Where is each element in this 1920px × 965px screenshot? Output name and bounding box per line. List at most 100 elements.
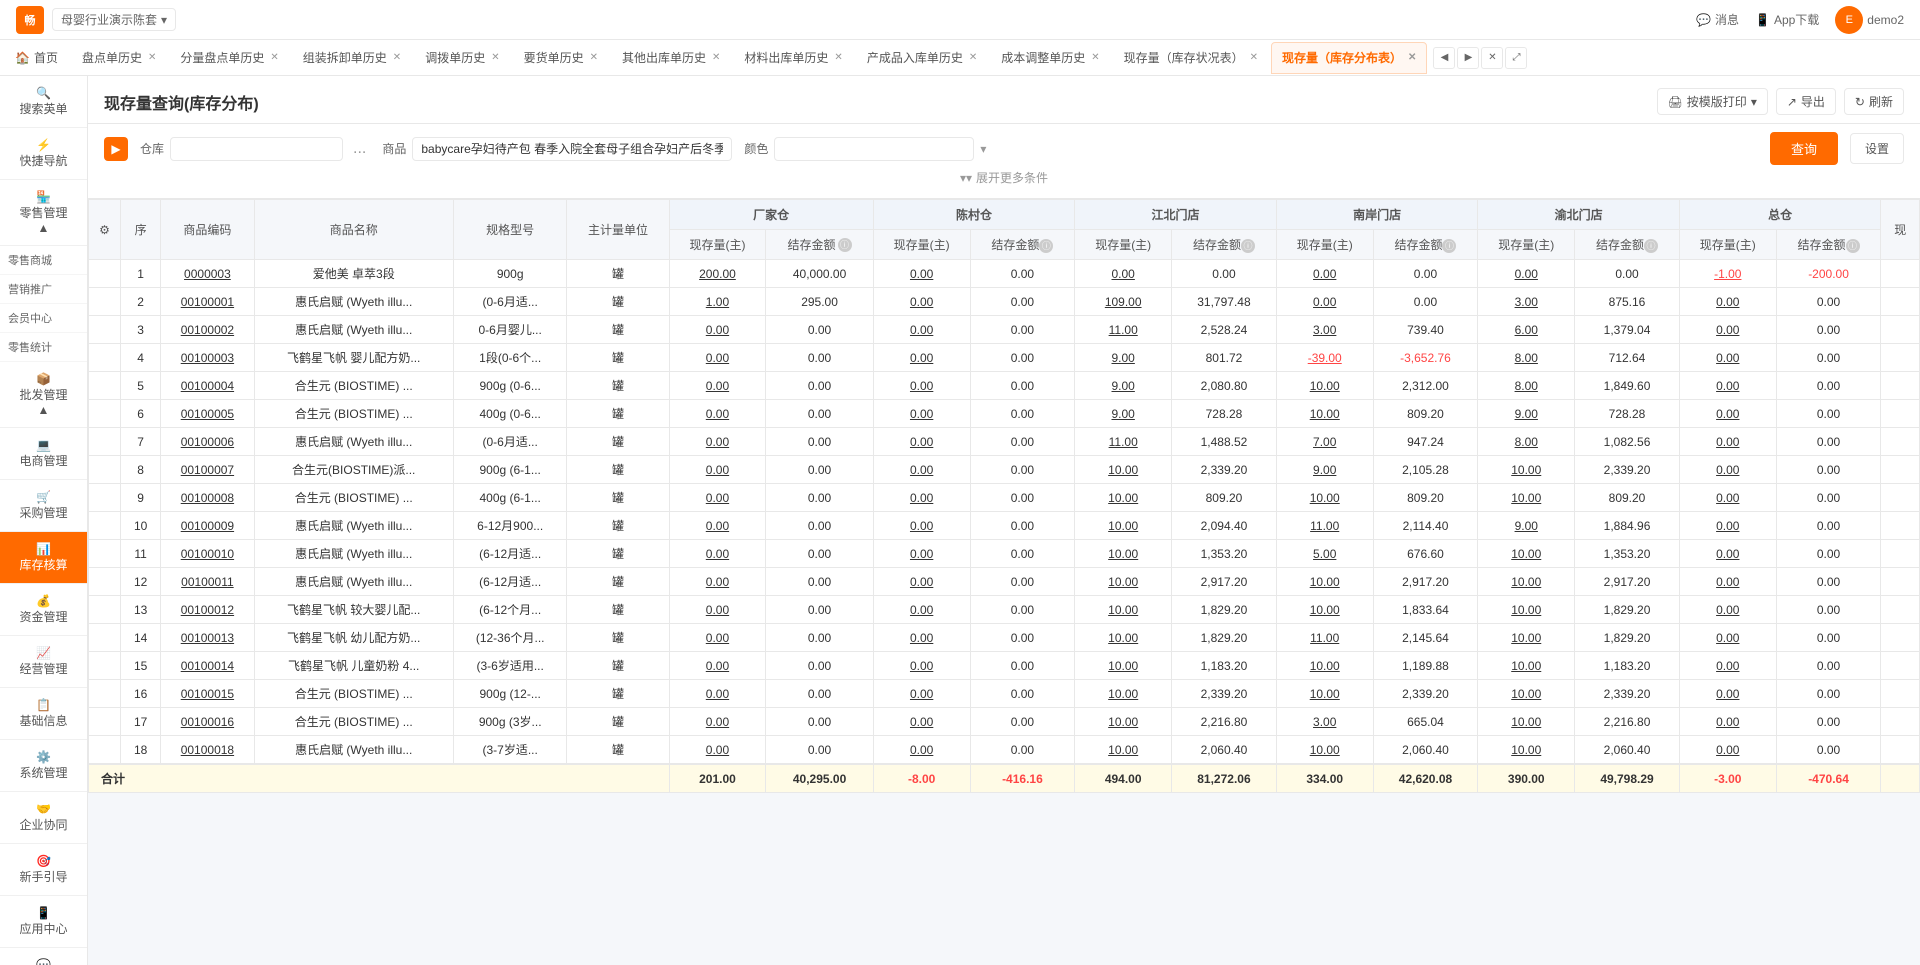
table-cell[interactable]: 11.00 (1075, 428, 1172, 456)
sidebar-item-wholesale[interactable]: 📦 批发管理 ▲ (0, 362, 87, 428)
table-cell[interactable]: 0.00 (669, 652, 766, 680)
table-cell[interactable]: 0.00 (873, 344, 970, 372)
table-cell[interactable]: 9.00 (1478, 512, 1575, 540)
table-cell[interactable]: 11.00 (1276, 624, 1373, 652)
close-tab-inventory-count[interactable]: ✕ (148, 52, 156, 63)
table-cell[interactable]: 0.00 (669, 568, 766, 596)
table-cell[interactable]: 10.00 (1478, 624, 1575, 652)
close-tab-partial-count[interactable]: ✕ (270, 52, 278, 63)
info-icon-6[interactable]: ⓘ (1846, 239, 1860, 253)
table-cell[interactable]: 10.00 (1075, 736, 1172, 765)
table-cell[interactable]: 10.00 (1075, 596, 1172, 624)
tab-material-out[interactable]: 材料出库单历史 ✕ (733, 42, 853, 74)
table-cell[interactable]: 8.00 (1478, 428, 1575, 456)
info-icon-5[interactable]: ⓘ (1644, 239, 1658, 253)
table-cell[interactable]: 10.00 (1276, 568, 1373, 596)
print-btn[interactable]: 🖨 按模版打印 ▾ (1657, 88, 1768, 115)
goods-input[interactable] (412, 137, 732, 161)
table-cell[interactable]: 00100005 (161, 400, 254, 428)
table-cell[interactable]: 0.00 (873, 708, 970, 736)
table-cell[interactable]: 10.00 (1276, 680, 1373, 708)
table-cell[interactable]: 0.00 (873, 652, 970, 680)
table-cell[interactable]: 10.00 (1276, 484, 1373, 512)
info-icon-3[interactable]: ⓘ (1241, 239, 1255, 253)
table-cell[interactable]: 10.00 (1276, 596, 1373, 624)
table-cell[interactable]: -39.00 (1276, 344, 1373, 372)
table-cell[interactable]: 0.00 (1679, 512, 1776, 540)
sidebar-item-wechat[interactable]: 💬 企业微信 (0, 948, 87, 965)
table-cell[interactable]: 10.00 (1478, 456, 1575, 484)
sidebar-item-ecommerce[interactable]: 💻 电商管理 (0, 428, 87, 480)
table-cell[interactable]: 10.00 (1276, 400, 1373, 428)
close-tab-kit-dismount[interactable]: ✕ (393, 52, 401, 63)
table-cell[interactable]: 0.00 (1679, 400, 1776, 428)
table-cell[interactable]: 3.00 (1478, 288, 1575, 316)
table-cell[interactable]: 10.00 (1478, 708, 1575, 736)
close-tab-purchase-order[interactable]: ✕ (590, 52, 598, 63)
table-cell[interactable]: 10.00 (1276, 736, 1373, 765)
table-cell[interactable]: 00100003 (161, 344, 254, 372)
tab-purchase-order[interactable]: 要货单历史 ✕ (513, 42, 609, 74)
sidebar-item-member[interactable]: 会员中心 (0, 304, 87, 333)
table-cell[interactable]: 0.00 (669, 372, 766, 400)
table-cell[interactable]: 0.00 (1679, 316, 1776, 344)
table-cell[interactable]: 0.00 (669, 512, 766, 540)
table-cell[interactable]: 0.00 (1679, 428, 1776, 456)
table-cell[interactable]: 11.00 (1075, 316, 1172, 344)
table-cell[interactable]: 0.00 (669, 736, 766, 765)
table-cell[interactable]: 8.00 (1478, 344, 1575, 372)
table-cell[interactable]: 0.00 (669, 540, 766, 568)
table-cell[interactable]: 10.00 (1276, 652, 1373, 680)
table-cell[interactable]: 0.00 (1679, 540, 1776, 568)
table-cell[interactable]: 10.00 (1478, 652, 1575, 680)
table-cell[interactable]: 00100009 (161, 512, 254, 540)
sidebar-item-retail-mgmt[interactable]: 🏪 零售管理 ▲ (0, 180, 87, 246)
industry-select[interactable]: 母婴行业演示陈套 ▾ (52, 8, 176, 31)
table-cell[interactable]: 0.00 (669, 400, 766, 428)
tab-stock-status[interactable]: 现存量（库存状况表） ✕ (1113, 42, 1269, 74)
table-settings-icon[interactable]: ⚙ (99, 223, 110, 237)
nav-expand-btn[interactable]: ⤢ (1505, 47, 1527, 69)
sidebar-item-basic-info[interactable]: 📋 基础信息 (0, 688, 87, 740)
table-cell[interactable]: -1.00 (1679, 260, 1776, 288)
table-cell[interactable]: 6.00 (1478, 316, 1575, 344)
table-cell[interactable]: 0.00 (873, 484, 970, 512)
sidebar-item-purchase[interactable]: 🛒 采购管理 (0, 480, 87, 532)
table-cell[interactable]: 10.00 (1478, 540, 1575, 568)
tab-other-out[interactable]: 其他出库单历史 ✕ (611, 42, 731, 74)
table-cell[interactable]: 3.00 (1276, 316, 1373, 344)
table-cell[interactable]: 00100004 (161, 372, 254, 400)
info-icon-1[interactable]: ⓘ (838, 238, 852, 252)
sidebar-item-guide[interactable]: 🎯 新手引导 (0, 844, 87, 896)
user-profile[interactable]: E demo2 (1835, 6, 1904, 34)
table-cell[interactable]: 10.00 (1478, 596, 1575, 624)
table-cell[interactable]: 0.00 (1276, 260, 1373, 288)
table-cell[interactable]: 0.00 (873, 624, 970, 652)
close-tab-cost-adjust[interactable]: ✕ (1091, 52, 1099, 63)
table-cell[interactable]: 0.00 (1478, 260, 1575, 288)
table-cell[interactable]: 0.00 (1679, 680, 1776, 708)
table-cell[interactable]: 0.00 (873, 260, 970, 288)
message-action[interactable]: 💬 消息 (1696, 11, 1739, 28)
table-cell[interactable]: 0.00 (1679, 652, 1776, 680)
table-cell[interactable]: 10.00 (1478, 568, 1575, 596)
app-download-action[interactable]: 📱 App下载 (1755, 11, 1819, 28)
settings-btn[interactable]: 设置 (1850, 133, 1904, 164)
table-cell[interactable]: 0.00 (1679, 596, 1776, 624)
color-input[interactable] (774, 137, 974, 161)
table-cell[interactable]: 0.00 (669, 680, 766, 708)
table-cell[interactable]: 0.00 (873, 428, 970, 456)
orange-expand-btn[interactable]: ▶ (104, 137, 128, 161)
table-cell[interactable]: 5.00 (1276, 540, 1373, 568)
table-cell[interactable]: 0.00 (873, 456, 970, 484)
nav-prev-btn[interactable]: ◀ (1433, 47, 1455, 69)
table-cell[interactable]: 0.00 (669, 344, 766, 372)
close-tab-transfer[interactable]: ✕ (491, 52, 499, 63)
table-cell[interactable]: 0.00 (873, 400, 970, 428)
table-cell[interactable]: 10.00 (1276, 372, 1373, 400)
table-cell[interactable]: 00100011 (161, 568, 254, 596)
table-cell[interactable]: 0.00 (1276, 288, 1373, 316)
table-cell[interactable]: 0.00 (1679, 568, 1776, 596)
expand-more-btn[interactable]: ▾▾ 展开更多条件 (104, 165, 1904, 190)
sidebar-item-finance[interactable]: 💰 资金管理 (0, 584, 87, 636)
